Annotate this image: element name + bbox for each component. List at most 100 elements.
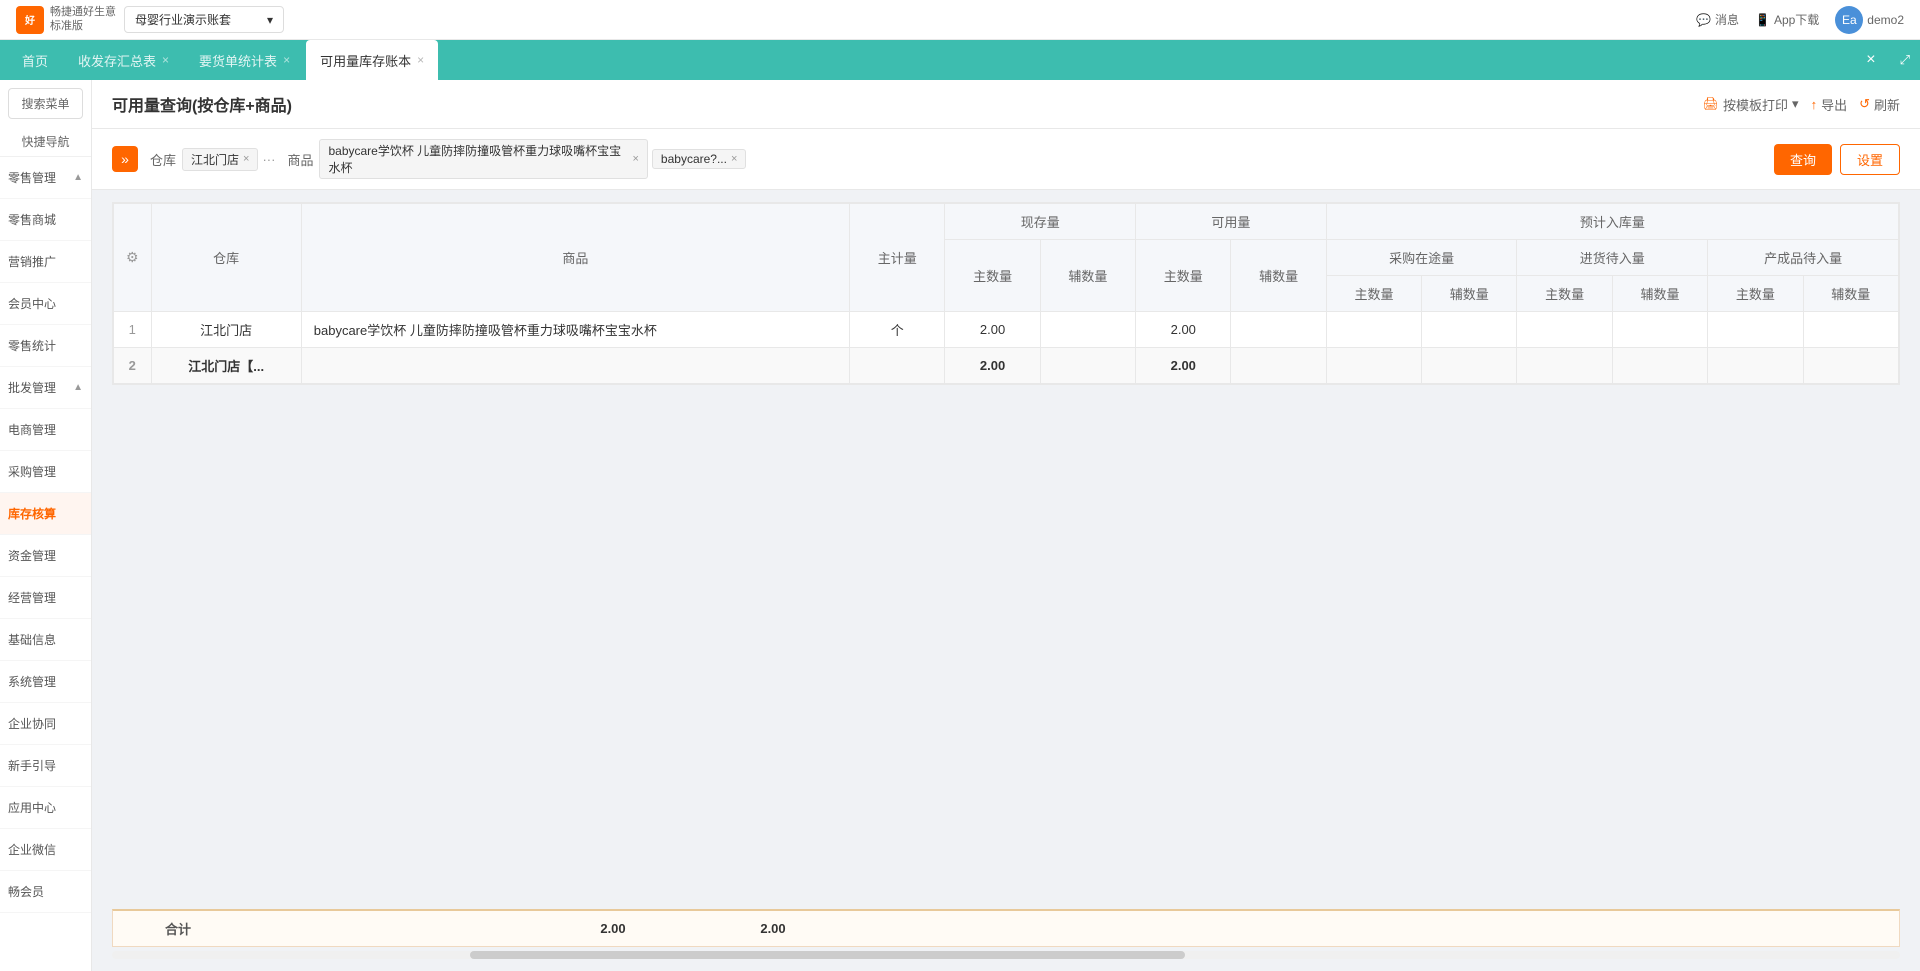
table-wrapper: ⚙ 仓库 商品 主计量 现存量 可用量 预计入库量 主数量 辅数量 — [92, 190, 1920, 971]
row-current-aux — [1040, 312, 1135, 348]
total-label: 合计 — [113, 919, 573, 938]
tab-receive[interactable]: 收发存汇总表 × — [64, 40, 183, 80]
table-scroll-container[interactable]: ⚙ 仓库 商品 主计量 现存量 可用量 预计入库量 主数量 辅数量 — [112, 202, 1900, 385]
sidebar-item-enterprise-wechat[interactable]: 企业微信 — [0, 829, 91, 871]
logo-text: 畅捷通好生意 标准版 — [50, 6, 116, 32]
sidebar-item-retail-stats[interactable]: 零售统计 — [0, 325, 91, 367]
row-prod-aux — [1803, 348, 1899, 384]
row-current-main: 2.00 — [945, 348, 1040, 384]
top-bar-left: 好 畅捷通好生意 标准版 母婴行业演示账套 ▾ — [16, 6, 284, 34]
warehouse-tag: 江北门店 × — [182, 148, 258, 171]
sidebar-item-finance[interactable]: 资金管理 — [0, 535, 91, 577]
expand-window-button[interactable]: ⤢ — [1890, 40, 1920, 80]
close-icon[interactable]: × — [162, 53, 169, 67]
inbound-pending-th: 进货待入量 — [1517, 240, 1708, 276]
current-main-qty-th: 主数量 — [945, 240, 1040, 312]
logo-area: 好 畅捷通好生意 标准版 — [16, 6, 116, 34]
app-download-button[interactable]: 📱 App下载 — [1755, 11, 1819, 28]
remove-tag-icon[interactable]: × — [731, 153, 737, 165]
product-tags: babycare学饮杯 儿童防摔防撞吸管杯重力球吸嘴杯宝宝水杯 × babyca… — [319, 139, 746, 179]
content-area: 可用量查询(按仓库+商品) 🖨 按模板打印 ▾ ↑ 导出 ↺ 刷新 — [92, 80, 1920, 971]
tab-available[interactable]: 可用量库存账本 × — [306, 40, 438, 80]
warehouse-tags: 江北门店 × ··· — [182, 148, 275, 171]
sidebar-item-purchase[interactable]: 采购管理 — [0, 451, 91, 493]
sidebar: 搜索菜单 快捷导航 零售管理 ▲ 零售商城 营销推广 会员中心 零售统计 批发管… — [0, 80, 92, 971]
print-icon: 🖨 — [1703, 96, 1720, 112]
close-icon[interactable]: × — [283, 53, 290, 67]
sidebar-item-basic-info[interactable]: 基础信息 — [0, 619, 91, 661]
total-current-main: 2.00 — [573, 921, 653, 936]
settings-button[interactable]: 设置 — [1840, 144, 1900, 175]
row-current-main: 2.00 — [945, 312, 1040, 348]
header-actions: 🖨 按模板打印 ▾ ↑ 导出 ↺ 刷新 — [1703, 95, 1901, 114]
horizontal-scrollbar[interactable] — [112, 951, 1900, 959]
sidebar-item-member[interactable]: 会员中心 — [0, 283, 91, 325]
sidebar-item-operations[interactable]: 经营管理 — [0, 577, 91, 619]
current-stock-th: 现存量 — [945, 204, 1136, 240]
sidebar-item-system[interactable]: 系统管理 — [0, 661, 91, 703]
sidebar-item-new-guide[interactable]: 新手引导 — [0, 745, 91, 787]
sidebar-item-wholesale-mgmt[interactable]: 批发管理 ▲ — [0, 367, 91, 409]
nav-tabs: 首页 收发存汇总表 × 要货单统计表 × 可用量库存账本 × × ⤢ — [0, 40, 1920, 80]
sidebar-item-retail-mall[interactable]: 零售商城 — [0, 199, 91, 241]
filter-actions: 查询 设置 — [1774, 144, 1900, 175]
row-current-aux — [1040, 348, 1135, 384]
download-icon: 📱 — [1755, 13, 1770, 27]
row-pur-main — [1326, 312, 1421, 348]
sidebar-item-retail-mgmt[interactable]: 零售管理 ▲ — [0, 157, 91, 199]
row-prod-main — [1708, 348, 1803, 384]
more-filter-icon[interactable]: ··· — [262, 152, 275, 167]
product-tag-1: babycare学饮杯 儿童防摔防撞吸管杯重力球吸嘴杯宝宝水杯 × — [319, 139, 647, 179]
settings-icon[interactable]: ⚙ — [126, 249, 139, 265]
message-button[interactable]: 💬 消息 — [1696, 11, 1739, 28]
sidebar-item-marketing[interactable]: 营销推广 — [0, 241, 91, 283]
table-row: 2 江北门店【... 2.00 2.00 — [114, 348, 1899, 384]
row-inb-main — [1517, 312, 1612, 348]
warehouse-filter-group: 仓库 江北门店 × ··· — [150, 148, 275, 171]
tab-order[interactable]: 要货单统计表 × — [185, 40, 304, 80]
row-pur-aux — [1422, 348, 1517, 384]
row-avail-main: 2.00 — [1136, 312, 1231, 348]
print-button[interactable]: 🖨 按模板打印 ▾ — [1703, 95, 1799, 114]
row-inb-aux — [1612, 312, 1707, 348]
query-button[interactable]: 查询 — [1774, 144, 1832, 175]
export-button[interactable]: ↑ 导出 — [1811, 95, 1848, 114]
data-table: ⚙ 仓库 商品 主计量 现存量 可用量 预计入库量 主数量 辅数量 — [113, 203, 1899, 384]
user-area[interactable]: Ea demo2 — [1835, 6, 1904, 34]
message-icon: 💬 — [1696, 13, 1711, 27]
row-prod-main — [1708, 312, 1803, 348]
avatar: Ea — [1835, 6, 1863, 34]
product-tag-2: babycare?... × — [652, 149, 746, 169]
chevron-icon: ▲ — [73, 382, 83, 393]
top-bar-right: 💬 消息 📱 App下载 Ea demo2 — [1696, 6, 1904, 34]
refresh-icon: ↺ — [1859, 96, 1870, 112]
inbound-main-th: 主数量 — [1517, 276, 1612, 312]
filter-bar: » 仓库 江北门店 × ··· 商品 babycare学饮杯 儿童防摔防撞吸管杯… — [92, 129, 1920, 190]
industry-selector[interactable]: 母婴行业演示账套 ▾ — [124, 6, 284, 33]
search-menu-button[interactable]: 搜索菜单 — [8, 88, 83, 119]
filter-expand-button[interactable]: » — [112, 146, 138, 172]
export-icon: ↑ — [1811, 97, 1818, 112]
remove-tag-icon[interactable]: × — [632, 153, 638, 165]
page-title: 可用量查询(按仓库+商品) — [112, 92, 292, 116]
purchase-transit-th: 采购在途量 — [1326, 240, 1517, 276]
main-unit-th: 主计量 — [850, 204, 945, 312]
tab-home[interactable]: 首页 — [8, 40, 62, 80]
sidebar-item-ecommerce[interactable]: 电商管理 — [0, 409, 91, 451]
expand-arrows-icon: » — [121, 151, 129, 167]
current-aux-qty-th: 辅数量 — [1040, 240, 1135, 312]
remove-tag-icon[interactable]: × — [243, 153, 249, 165]
sidebar-item-vip[interactable]: 畅会员 — [0, 871, 91, 913]
chevron-down-icon: ▾ — [267, 13, 273, 27]
row-main-unit: 个 — [850, 312, 945, 348]
sidebar-item-inventory[interactable]: 库存核算 — [0, 493, 91, 535]
quick-nav-button[interactable]: 快捷导航 — [0, 127, 91, 157]
close-icon[interactable]: × — [417, 53, 424, 67]
chevron-down-icon: ▾ — [1792, 96, 1799, 112]
close-all-button[interactable]: × — [1854, 40, 1887, 80]
refresh-button[interactable]: ↺ 刷新 — [1859, 95, 1900, 114]
sidebar-item-app-center[interactable]: 应用中心 — [0, 787, 91, 829]
main-layout: 搜索菜单 快捷导航 零售管理 ▲ 零售商城 营销推广 会员中心 零售统计 批发管… — [0, 80, 1920, 971]
sidebar-item-enterprise[interactable]: 企业协同 — [0, 703, 91, 745]
scrollbar-thumb[interactable] — [470, 951, 1185, 959]
